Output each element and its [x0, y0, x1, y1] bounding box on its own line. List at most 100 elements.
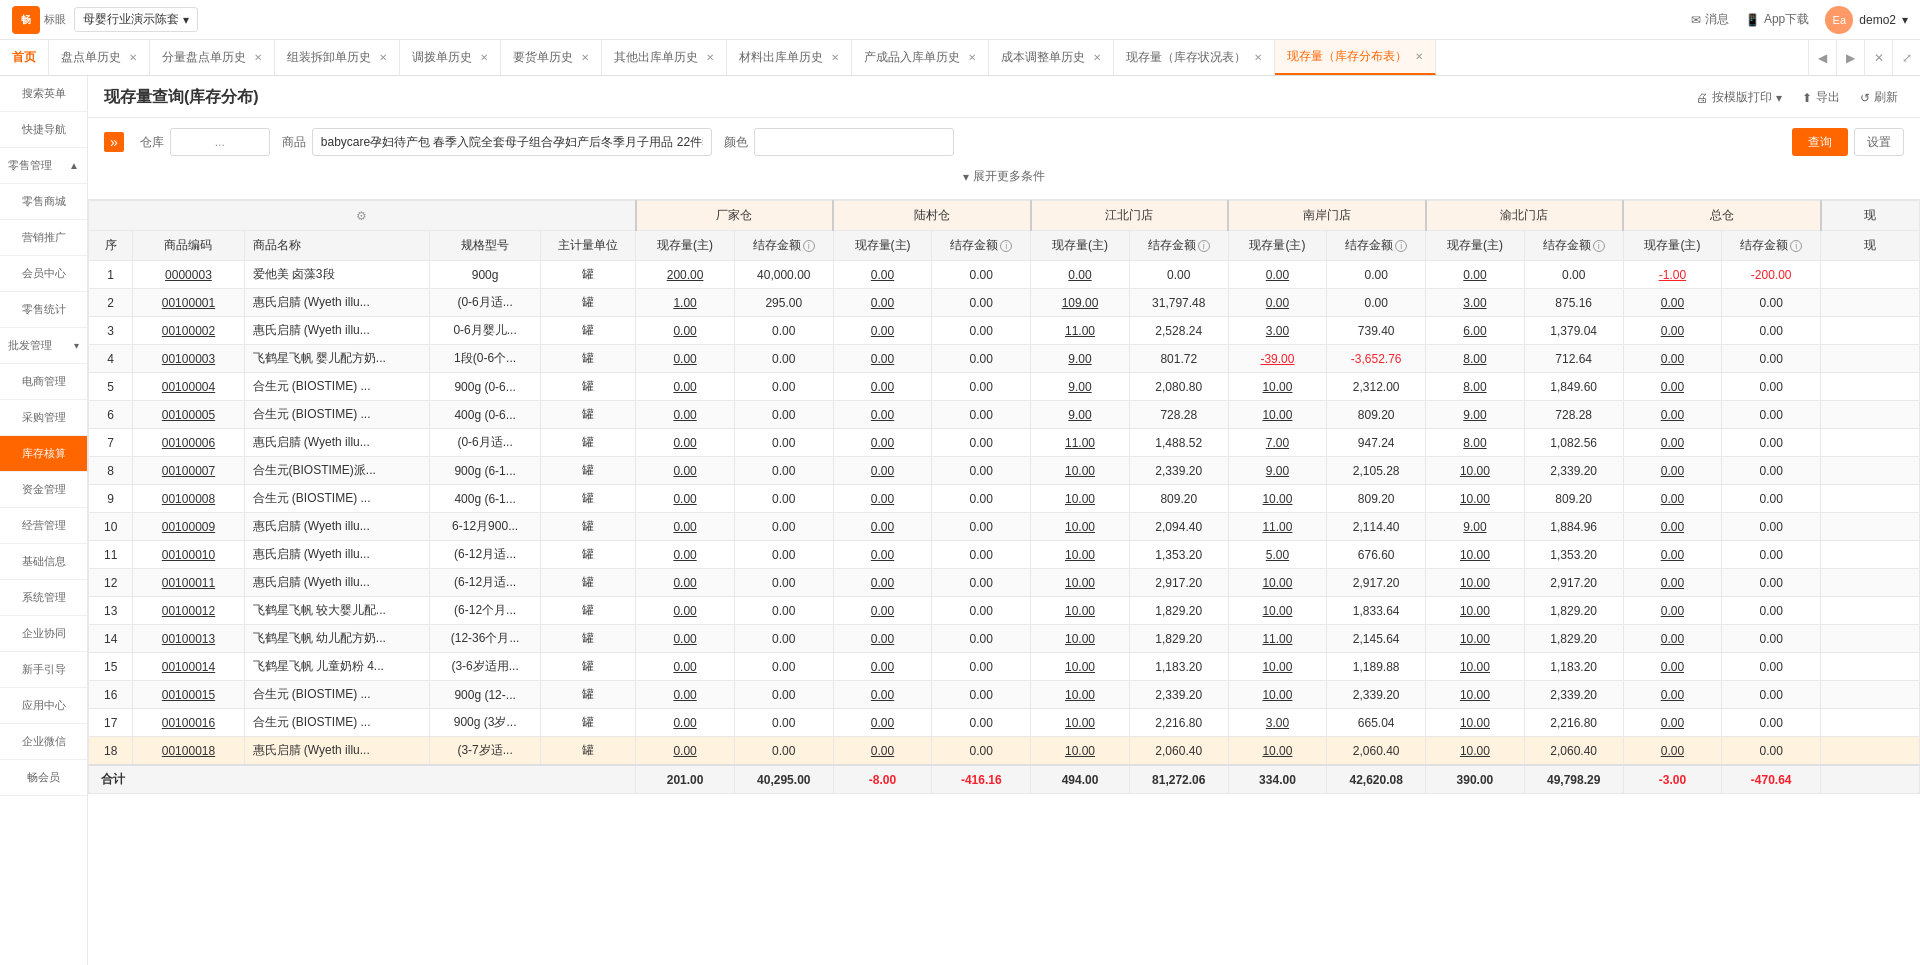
qty-link[interactable]: 0.00	[871, 744, 894, 758]
code-link[interactable]: 0000003	[165, 268, 212, 282]
qty-link[interactable]: 0.00	[673, 324, 696, 338]
qty-link[interactable]: 0.00	[1661, 408, 1684, 422]
tab-next-btn[interactable]: ▶	[1836, 40, 1864, 76]
sidebar-item-member[interactable]: 会员中心	[0, 256, 87, 292]
tab-assembly-history[interactable]: 组装拆卸单历史 ✕	[275, 40, 400, 75]
qty-link[interactable]: 10.00	[1262, 492, 1292, 506]
tab-transfer-history[interactable]: 调拨单历史 ✕	[400, 40, 501, 75]
qty-link[interactable]: 10.00	[1460, 464, 1490, 478]
code-link[interactable]: 00100016	[162, 716, 215, 730]
qty-link[interactable]: 0.00	[1661, 576, 1684, 590]
qty-link[interactable]: 8.00	[1463, 436, 1486, 450]
info-icon[interactable]: i	[1198, 240, 1210, 252]
tab-cost-adjust-history[interactable]: 成本调整单历史 ✕	[989, 40, 1114, 75]
qty-link[interactable]: 10.00	[1065, 660, 1095, 674]
qty-link[interactable]: 10.00	[1065, 548, 1095, 562]
tab-material-out-history[interactable]: 材料出库单历史 ✕	[727, 40, 852, 75]
qty-link[interactable]: 0.00	[1661, 548, 1684, 562]
qty-link[interactable]: 0.00	[871, 492, 894, 506]
qty-link[interactable]: 0.00	[871, 660, 894, 674]
qty-link[interactable]: 10.00	[1065, 632, 1095, 646]
qty-link[interactable]: 9.00	[1068, 408, 1091, 422]
setting-button[interactable]: 设置	[1854, 128, 1904, 156]
qty-link[interactable]: 0.00	[871, 408, 894, 422]
tab-close-all-btn[interactable]: ✕	[1864, 40, 1892, 76]
expand-icon[interactable]: »	[104, 132, 124, 152]
qty-link[interactable]: 10.00	[1262, 688, 1292, 702]
qty-link[interactable]: 0.00	[871, 464, 894, 478]
qty-link[interactable]: 10.00	[1262, 744, 1292, 758]
qty-link[interactable]: 0.00	[1661, 520, 1684, 534]
qty-link[interactable]: 0.00	[673, 548, 696, 562]
qty-link[interactable]: 0.00	[1266, 296, 1289, 310]
qty-link[interactable]: 0.00	[673, 464, 696, 478]
qty-link[interactable]: 0.00	[673, 380, 696, 394]
qty-link[interactable]: 11.00	[1065, 324, 1095, 338]
info-icon[interactable]: i	[1790, 240, 1802, 252]
qty-link[interactable]: 0.00	[1463, 268, 1486, 282]
qty-link[interactable]: 9.00	[1068, 352, 1091, 366]
tab-expand-btn[interactable]: ⤢	[1892, 40, 1920, 76]
export-btn[interactable]: ⬆ 导出	[1796, 86, 1846, 109]
info-icon[interactable]: i	[803, 240, 815, 252]
qty-link[interactable]: 0.00	[673, 660, 696, 674]
sidebar-item-system-mgmt[interactable]: 系统管理	[0, 580, 87, 616]
qty-link[interactable]: 0.00	[871, 324, 894, 338]
code-link[interactable]: 00100013	[162, 632, 215, 646]
qty-link[interactable]: 10.00	[1460, 632, 1490, 646]
qty-link[interactable]: 10.00	[1262, 380, 1292, 394]
code-link[interactable]: 00100006	[162, 436, 215, 450]
tab-inventory-history[interactable]: 盘点单历史 ✕	[49, 40, 150, 75]
qty-link[interactable]: 0.00	[871, 548, 894, 562]
settings-icon[interactable]: ⚙	[356, 209, 367, 223]
qty-link[interactable]: 3.00	[1463, 296, 1486, 310]
qty-link[interactable]: 0.00	[673, 716, 696, 730]
code-link[interactable]: 00100008	[162, 492, 215, 506]
qty-link[interactable]: 0.00	[1661, 492, 1684, 506]
qty-link[interactable]: 0.00	[871, 380, 894, 394]
qty-link[interactable]: 9.00	[1463, 520, 1486, 534]
qty-link[interactable]: 10.00	[1262, 576, 1292, 590]
tab-order-history[interactable]: 要货单历史 ✕	[501, 40, 602, 75]
tab-quantity-history[interactable]: 分量盘点单历史 ✕	[150, 40, 275, 75]
sidebar-item-ecom-mgmt[interactable]: 电商管理	[0, 364, 87, 400]
code-link[interactable]: 00100011	[162, 576, 215, 590]
qty-link[interactable]: 0.00	[1661, 632, 1684, 646]
qty-link[interactable]: 0.00	[1661, 296, 1684, 310]
qty-link[interactable]: 0.00	[871, 296, 894, 310]
qty-link[interactable]: 10.00	[1065, 744, 1095, 758]
info-icon[interactable]: i	[1395, 240, 1407, 252]
sidebar-item-guide[interactable]: 新手引导	[0, 652, 87, 688]
qty-link[interactable]: 10.00	[1460, 492, 1490, 506]
sidebar-item-wholesale-mgmt[interactable]: 批发管理 ▾	[0, 328, 87, 364]
tab-product-in-history[interactable]: 产成品入库单历史 ✕	[852, 40, 989, 75]
qty-link[interactable]: 0.00	[673, 520, 696, 534]
tab-stock-status[interactable]: 现存量（库存状况表） ✕	[1114, 40, 1275, 75]
sidebar-item-finance-mgmt[interactable]: 资金管理	[0, 472, 87, 508]
qty-link[interactable]: 10.00	[1262, 660, 1292, 674]
qty-link[interactable]: 0.00	[673, 436, 696, 450]
qty-link[interactable]: 11.00	[1262, 520, 1292, 534]
qty-link[interactable]: -1.00	[1659, 268, 1686, 282]
qty-link[interactable]: 0.00	[1661, 688, 1684, 702]
sidebar-item-stock-accounting[interactable]: 库存核算	[0, 436, 87, 472]
qty-link[interactable]: 0.00	[673, 744, 696, 758]
qty-link[interactable]: 6.00	[1463, 324, 1486, 338]
qty-link[interactable]: 0.00	[1661, 604, 1684, 618]
qty-link[interactable]: 10.00	[1065, 492, 1095, 506]
code-link[interactable]: 00100009	[162, 520, 215, 534]
qty-link[interactable]: 10.00	[1460, 660, 1490, 674]
code-link[interactable]: 00100002	[162, 324, 215, 338]
qty-link[interactable]: 0.00	[1661, 324, 1684, 338]
qty-link[interactable]: 5.00	[1266, 548, 1289, 562]
qty-link[interactable]: 0.00	[1661, 352, 1684, 366]
qty-link[interactable]: 10.00	[1460, 604, 1490, 618]
code-link[interactable]: 00100001	[162, 296, 215, 310]
sidebar-item-member-plus[interactable]: 畅会员	[0, 760, 87, 796]
tab-close-icon[interactable]: ✕	[1093, 52, 1101, 63]
tab-close-icon[interactable]: ✕	[968, 52, 976, 63]
qty-link[interactable]: 0.00	[871, 520, 894, 534]
info-icon[interactable]: i	[1593, 240, 1605, 252]
qty-link[interactable]: 0.00	[871, 716, 894, 730]
qty-link[interactable]: 10.00	[1460, 716, 1490, 730]
